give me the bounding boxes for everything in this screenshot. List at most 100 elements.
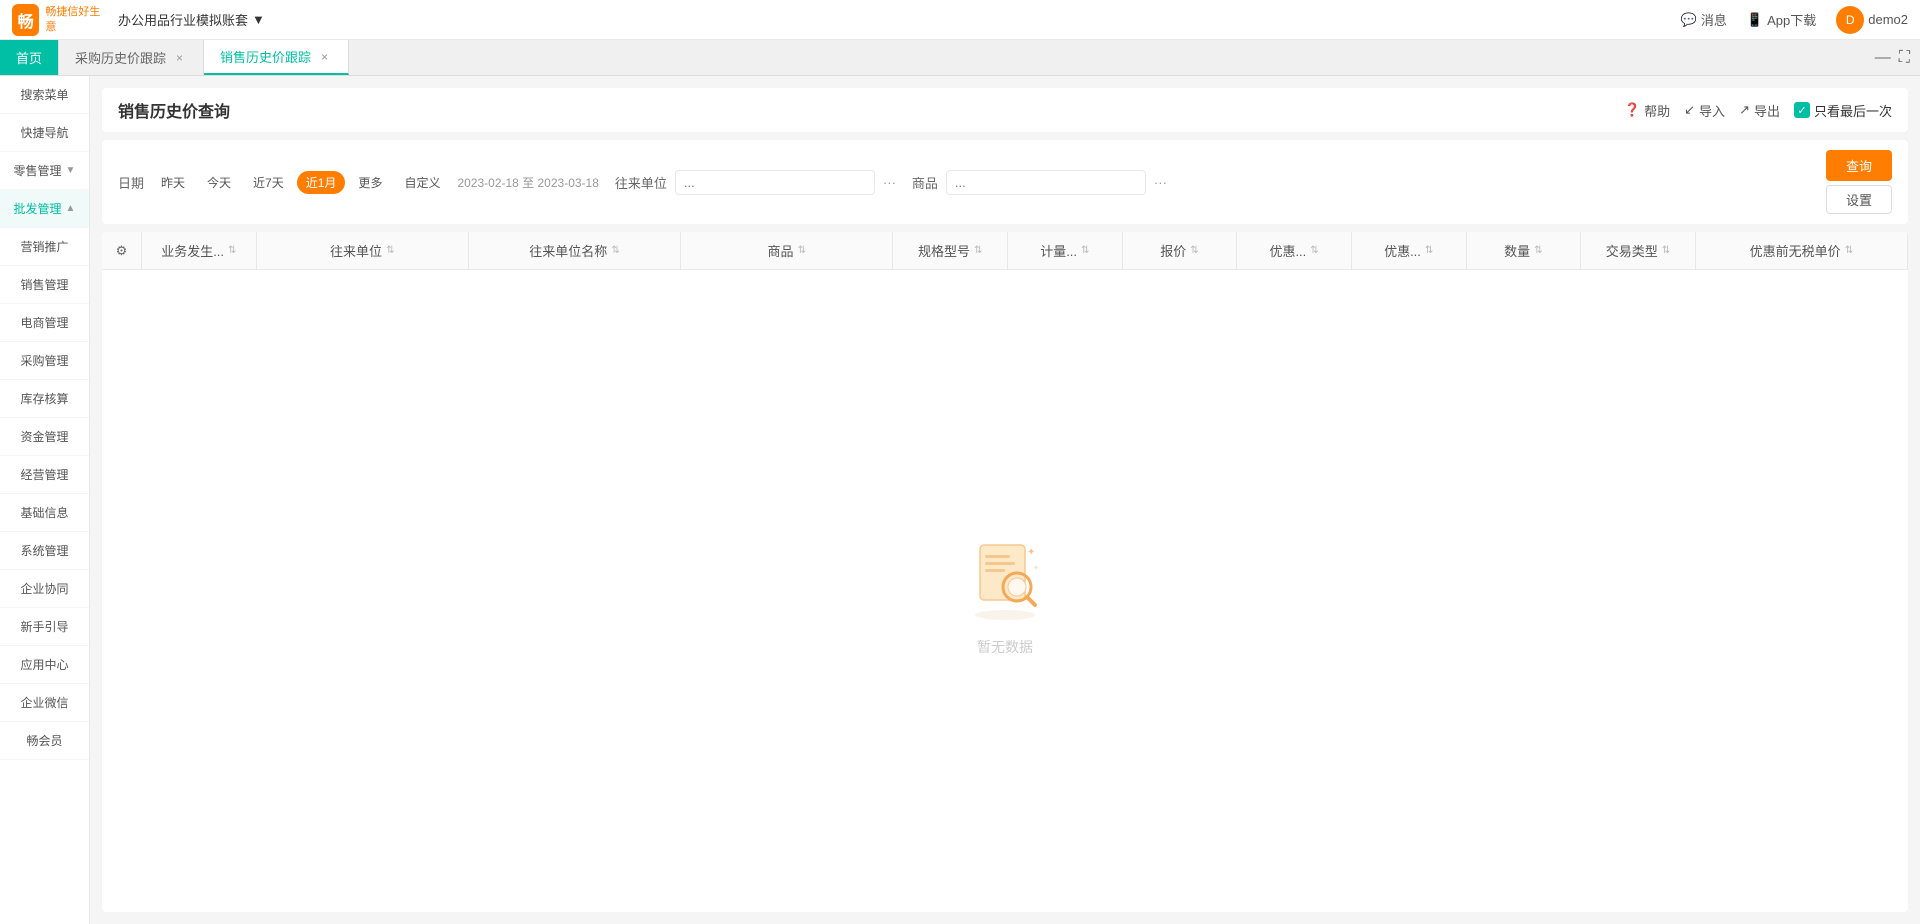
counterpart-filter-group: 往来单位 ··· [615, 170, 896, 195]
help-btn[interactable]: ❓ 帮助 [1624, 101, 1670, 120]
checkbox-icon: ✓ [1794, 102, 1810, 118]
sidebar-item-inventory[interactable]: 库存核算 [0, 380, 89, 418]
th-spec-label: 规格型号 [918, 241, 970, 260]
sidebar-item-marketing[interactable]: 营销推广 [0, 228, 89, 266]
tab-sales[interactable]: 销售历史价跟踪 × [204, 40, 349, 75]
message-btn[interactable]: 💬 消息 [1681, 10, 1727, 29]
sidebar-sales-mgmt-label: 销售管理 [20, 276, 68, 293]
app-download-btn[interactable]: 📱 App下载 [1747, 10, 1816, 29]
tab-home-label: 首页 [16, 48, 42, 67]
counterpart-input[interactable] [675, 170, 875, 195]
sidebar-item-enterprise[interactable]: 企业协同 [0, 570, 89, 608]
export-btn[interactable]: ↗ 导出 [1739, 101, 1780, 120]
sidebar-item-newcomer[interactable]: 新手引导 [0, 608, 89, 646]
empty-icon: ✦ ✦ [955, 525, 1055, 625]
sidebar-enterprise-label: 企业协同 [20, 580, 68, 597]
date-btn-7days[interactable]: 近7天 [244, 171, 293, 194]
date-btn-more[interactable]: 更多 [349, 171, 391, 194]
sidebar-item-finance[interactable]: 资金管理 [0, 418, 89, 456]
sidebar-item-wechat[interactable]: 企业微信 [0, 684, 89, 722]
tab-expand-icon[interactable]: ⛶ [1899, 49, 1910, 67]
sidebar-quick-nav-label: 快捷导航 [20, 124, 68, 141]
date-btn-1month[interactable]: 近1月 [297, 171, 346, 194]
date-btn-today[interactable]: 今天 [198, 171, 240, 194]
table-settings-icon[interactable]: ⚙ [102, 232, 142, 269]
app-dropdown[interactable]: 办公用品行业模拟账套 ▼ [110, 6, 273, 33]
sidebar-marketing-label: 营销推广 [20, 238, 68, 255]
help-icon: ❓ [1624, 102, 1640, 118]
export-label: 导出 [1754, 101, 1780, 120]
sort-icon-pre-tax-price: ⇅ [1845, 245, 1853, 256]
sidebar-system-label: 系统管理 [20, 542, 68, 559]
empty-state: ✦ ✦ 暂无数据 [102, 270, 1908, 912]
sidebar-wechat-label: 企业微信 [20, 694, 68, 711]
th-spec[interactable]: 规格型号 ⇅ [893, 232, 1008, 269]
th-discount2[interactable]: 优惠... ⇅ [1352, 232, 1467, 269]
sidebar-basic-info-label: 基础信息 [20, 504, 68, 521]
tab-sales-close[interactable]: × [317, 48, 332, 66]
sidebar-item-system[interactable]: 系统管理 [0, 532, 89, 570]
sidebar-item-purchase[interactable]: 采购管理 [0, 342, 89, 380]
sidebar-item-operations[interactable]: 经营管理 [0, 456, 89, 494]
page-content: 销售历史价查询 ❓ 帮助 ↙ 导入 ↗ 导出 ✓ [90, 76, 1920, 924]
sidebar-item-wholesale-mgmt[interactable]: 批发管理 ▲ [0, 190, 89, 228]
tab-purchase-close[interactable]: × [172, 49, 187, 67]
import-btn[interactable]: ↙ 导入 [1684, 101, 1725, 120]
sidebar-app-center-label: 应用中心 [20, 656, 68, 673]
th-biz-date-label: 业务发生... [161, 241, 224, 260]
sidebar-item-ecommerce[interactable]: 电商管理 [0, 304, 89, 342]
content-area: 销售历史价查询 ❓ 帮助 ↙ 导入 ↗ 导出 ✓ [90, 76, 1920, 924]
sidebar-item-sales-mgmt[interactable]: 销售管理 [0, 266, 89, 304]
user-menu[interactable]: D demo2 [1836, 6, 1908, 34]
sidebar-newcomer-label: 新手引导 [20, 618, 68, 635]
sidebar-item-basic-info[interactable]: 基础信息 [0, 494, 89, 532]
th-counterpart[interactable]: 往来单位 ⇅ [257, 232, 469, 269]
date-btn-custom[interactable]: 自定义 [395, 171, 449, 194]
dropdown-chevron-icon: ▼ [252, 12, 265, 27]
sidebar-inventory-label: 库存核算 [20, 390, 68, 407]
th-pre-tax-price[interactable]: 优惠前无税单价 ⇅ [1696, 232, 1908, 269]
goods-filter-group: 商品 ··· [912, 170, 1167, 195]
sidebar-ecommerce-label: 电商管理 [20, 314, 68, 331]
title-actions: ❓ 帮助 ↙ 导入 ↗ 导出 ✓ 只看最后一次 [1624, 101, 1892, 120]
tab-purchase[interactable]: 采购历史价跟踪 × [59, 40, 204, 75]
th-goods-label: 商品 [768, 241, 794, 260]
th-pre-tax-price-label: 优惠前无税单价 [1750, 241, 1841, 260]
sidebar-purchase-label: 采购管理 [20, 352, 68, 369]
goods-input[interactable] [946, 170, 1146, 195]
sort-icon-discount2: ⇅ [1425, 245, 1433, 256]
th-counterpart-name[interactable]: 往来单位名称 ⇅ [469, 232, 681, 269]
sidebar-item-app-center[interactable]: 应用中心 [0, 646, 89, 684]
sidebar: 搜索菜单 快捷导航 零售管理 ▼ 批发管理 ▲ 营销推广 销售管理 电商管理 采… [0, 76, 90, 924]
tab-purchase-label: 采购历史价跟踪 [75, 48, 166, 67]
th-goods[interactable]: 商品 ⇅ [681, 232, 893, 269]
th-quantity[interactable]: 数量 ⇅ [1467, 232, 1582, 269]
settings-button[interactable]: 设置 [1826, 185, 1892, 214]
th-quote[interactable]: 报价 ⇅ [1123, 232, 1238, 269]
sidebar-item-search-menu[interactable]: 搜索菜单 [0, 76, 89, 114]
th-biz-date[interactable]: 业务发生... ⇅ [142, 232, 257, 269]
table-container: ⚙ 业务发生... ⇅ 往来单位 ⇅ 往来单位名称 ⇅ 商品 [102, 232, 1908, 912]
date-btn-yesterday[interactable]: 昨天 [152, 171, 194, 194]
th-unit[interactable]: 计量... ⇅ [1008, 232, 1123, 269]
counterpart-expand-btn[interactable]: ··· [883, 175, 896, 190]
tab-home[interactable]: 首页 [0, 40, 59, 75]
import-icon: ↙ [1684, 102, 1695, 118]
page-title: 销售历史价查询 [118, 98, 230, 122]
goods-expand-btn[interactable]: ··· [1154, 175, 1167, 190]
sort-icon-goods: ⇅ [798, 245, 806, 256]
sidebar-item-quick-nav[interactable]: 快捷导航 [0, 114, 89, 152]
sidebar-item-vip[interactable]: 畅会员 [0, 722, 89, 760]
tab-bar-right: — ⛶ [1865, 40, 1920, 75]
tab-minimize-icon[interactable]: — [1875, 49, 1891, 67]
th-discount1[interactable]: 优惠... ⇅ [1237, 232, 1352, 269]
last-only-checkbox[interactable]: ✓ 只看最后一次 [1794, 101, 1892, 120]
query-button[interactable]: 查询 [1826, 150, 1892, 181]
sidebar-item-retail-mgmt[interactable]: 零售管理 ▼ [0, 152, 89, 190]
top-header: 畅 畅捷信好生意 办公用品行业模拟账套 ▼ 💬 消息 📱 App下载 D dem… [0, 0, 1920, 40]
th-trade-type[interactable]: 交易类型 ⇅ [1581, 232, 1696, 269]
logo-icon: 畅 [12, 4, 39, 36]
sidebar-vip-label: 畅会员 [26, 732, 62, 749]
th-quote-label: 报价 [1160, 241, 1186, 260]
wholesale-expand-icon: ▲ [66, 203, 76, 214]
